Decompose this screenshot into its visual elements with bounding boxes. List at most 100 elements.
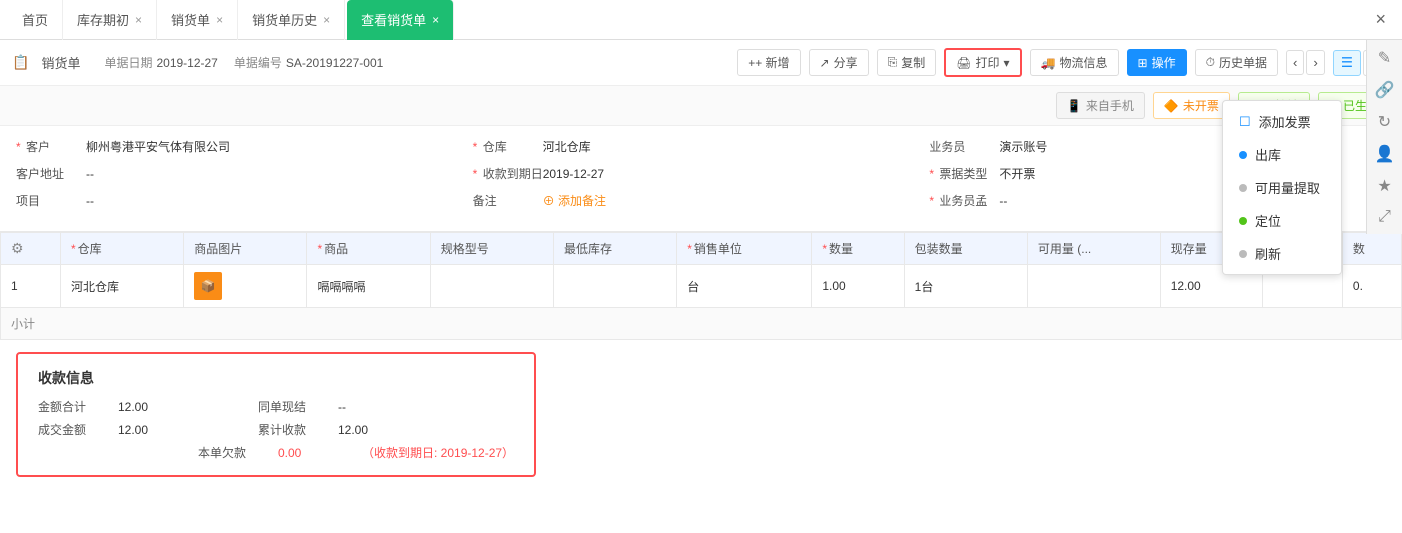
dropdown-outbound[interactable]: 出库 xyxy=(1223,138,1341,171)
logistics-button[interactable]: 🚚 物流信息 xyxy=(1030,49,1119,76)
operation-button[interactable]: ⊞ 操作 xyxy=(1127,49,1187,76)
payment-date-value: 2019-12-27 xyxy=(543,167,604,181)
not-open-btn[interactable]: 🔶 未开票 xyxy=(1153,92,1230,119)
copy-icon: ⎘ xyxy=(888,55,898,70)
doc-date-value: 2019-12-27 xyxy=(156,56,217,70)
same-order-label: 同单现结 xyxy=(258,398,338,415)
copy-button[interactable]: ⎘ 复制 xyxy=(877,49,937,76)
tab-inventory-close[interactable]: × xyxy=(135,13,142,27)
share-label: 分享 xyxy=(834,54,858,71)
print-label: 打印 xyxy=(975,54,999,71)
tab-view-sales-close[interactable]: × xyxy=(432,13,439,27)
dropdown-add-invoice[interactable]: ☐ 添加发票 xyxy=(1223,105,1341,138)
staff-name-value: -- xyxy=(999,194,1007,208)
doc-date-field: 单据日期 2019-12-27 xyxy=(104,54,217,71)
dropdown-refresh[interactable]: 刷新 xyxy=(1223,237,1341,270)
doc-type-icon: 📋 xyxy=(12,54,29,71)
doc-title-section: 📋 销货单 单据日期 2019-12-27 单据编号 SA-20191227-0… xyxy=(12,53,383,72)
link-icon[interactable]: 🔗 xyxy=(1375,80,1395,100)
data-table: ⚙ 仓库 商品图片 商品 规格型号 最低库存 销售单位 数量 包装数量 可用量 … xyxy=(0,232,1402,340)
ticket-type-label: * 票据类型 xyxy=(929,165,999,182)
from-phone-label: 来自手机 xyxy=(1086,97,1134,114)
next-button[interactable]: › xyxy=(1306,50,1324,75)
refresh-icon xyxy=(1239,250,1247,258)
payment-rows: 金额合计 12.00 同单现结 -- 成交金额 12.00 累计收款 12.00… xyxy=(38,398,514,461)
doc-number-label: 单据编号 xyxy=(234,54,282,71)
table-row: 1 河北仓库 📦 嗝嗝嗝嗝 台 1.00 1台 xyxy=(1,265,1402,308)
warehouse-label: * 仓库 xyxy=(473,138,543,155)
tab-view-sales[interactable]: 查看销货单 × xyxy=(347,0,454,40)
from-phone-btn[interactable]: 📱 来自手机 xyxy=(1056,92,1145,119)
deal-amount-label: 成交金额 xyxy=(38,421,118,438)
warehouse-field: * 仓库 河北仓库 xyxy=(473,138,930,155)
tab-view-sales-label: 查看销货单 xyxy=(361,10,426,29)
print-button[interactable]: 🖨 打印 ▾ xyxy=(944,48,1021,77)
owed-label: 本单欠款 xyxy=(198,444,278,461)
star-icon[interactable]: ★ xyxy=(1377,176,1391,196)
tab-sales-close[interactable]: × xyxy=(216,13,223,27)
deal-amount-value: 12.00 xyxy=(118,423,198,437)
tab-bar: 首页 库存期初 × 销货单 × 销货单历史 × 查看销货单 × × xyxy=(0,0,1402,40)
product-image: 📦 xyxy=(194,272,222,300)
product-img-icon: 📦 xyxy=(201,279,216,293)
edit-icon[interactable]: ✎ xyxy=(1378,48,1391,68)
form-area: * 客户 柳州粤港平安气体有限公司 * 仓库 河北仓库 业务员 xyxy=(0,126,1402,231)
view-list-btn[interactable]: ☰ xyxy=(1333,50,1361,76)
main-content: 📋 销货单 单据日期 2019-12-27 单据编号 SA-20191227-0… xyxy=(0,40,1402,489)
col-salesunit: 销售单位 xyxy=(677,233,812,265)
row-amount: 0. xyxy=(1342,265,1401,308)
form-row-1: * 客户 柳州粤港平安气体有限公司 * 仓库 河北仓库 业务员 xyxy=(16,138,1386,155)
outbound-icon xyxy=(1239,151,1247,159)
col-minstock: 最低库存 xyxy=(553,233,676,265)
payment-date-label: * 收款到期日 xyxy=(473,165,543,182)
new-button[interactable]: + + 新增 xyxy=(737,49,800,76)
warehouse-required: * xyxy=(473,140,478,154)
dropdown-locate[interactable]: 定位 xyxy=(1223,204,1341,237)
history-button[interactable]: ⏱ 历史单据 xyxy=(1195,49,1278,76)
payment-row-1: 金额合计 12.00 同单现结 -- xyxy=(38,398,514,415)
dropdown-available-qty[interactable]: 可用量提取 xyxy=(1223,171,1341,204)
payment-row-3: 本单欠款 0.00 （收款到期日: 2019-12-27） xyxy=(38,444,514,461)
user-icon[interactable]: 👤 xyxy=(1375,144,1395,164)
logistics-label: 物流信息 xyxy=(1059,54,1107,71)
customer-label: * 客户 xyxy=(16,138,86,155)
col-available: 可用量 (... xyxy=(1027,233,1160,265)
col-packqty: 包装数量 xyxy=(904,233,1027,265)
close-window-btn[interactable]: × xyxy=(1367,9,1394,30)
not-open-label: 未开票 xyxy=(1183,97,1219,114)
doc-type-label: 销货单 xyxy=(41,53,80,72)
project-label: 项目 xyxy=(16,192,86,209)
new-icon: + xyxy=(748,56,755,70)
rotate-icon[interactable]: ↻ xyxy=(1378,112,1391,132)
col-qty: 数量 xyxy=(812,233,904,265)
expand-icon[interactable]: ⤢ xyxy=(1378,208,1391,226)
form-row-2: 客户地址 -- * 收款到期日 2019-12-27 * 票据类型 xyxy=(16,165,1386,182)
row-packqty: 1台 xyxy=(904,265,1027,308)
row-spec xyxy=(430,265,553,308)
share-icon: ↗ xyxy=(820,56,830,70)
history-label: 历史单据 xyxy=(1219,54,1267,71)
operation-icon: ⊞ xyxy=(1138,56,1148,70)
prev-button[interactable]: ‹ xyxy=(1286,50,1304,75)
table-body: 1 河北仓库 📦 嗝嗝嗝嗝 台 1.00 1台 xyxy=(1,265,1402,340)
col-amount: 数 xyxy=(1342,233,1401,265)
customer-required: * xyxy=(16,140,21,154)
ticket-icon: 🔶 xyxy=(1164,99,1179,113)
add-note-button[interactable]: ⊕ 添加备注 xyxy=(543,192,606,209)
staff-label: 业务员 xyxy=(929,138,999,155)
row-available xyxy=(1027,265,1160,308)
tab-home[interactable]: 首页 xyxy=(8,0,63,40)
doc-number-value: SA-20191227-001 xyxy=(286,56,383,70)
right-sidebar: ✎ 🔗 ↻ 👤 ★ ⤢ xyxy=(1366,40,1402,234)
tab-sales-history[interactable]: 销货单历史 × xyxy=(238,0,345,40)
col-settings[interactable]: ⚙ xyxy=(1,233,61,265)
row-image: 📦 xyxy=(184,265,307,308)
row-salesunit: 台 xyxy=(677,265,812,308)
share-button[interactable]: ↗ 分享 xyxy=(809,49,869,76)
tab-sales-history-close[interactable]: × xyxy=(323,13,330,27)
staff-name-label: * 业务员孟 xyxy=(929,192,999,209)
tab-sales[interactable]: 销货单 × xyxy=(157,0,238,40)
tab-inventory[interactable]: 库存期初 × xyxy=(63,0,157,40)
staff-value: 演示账号 xyxy=(999,138,1047,155)
col-warehouse: 仓库 xyxy=(60,233,183,265)
